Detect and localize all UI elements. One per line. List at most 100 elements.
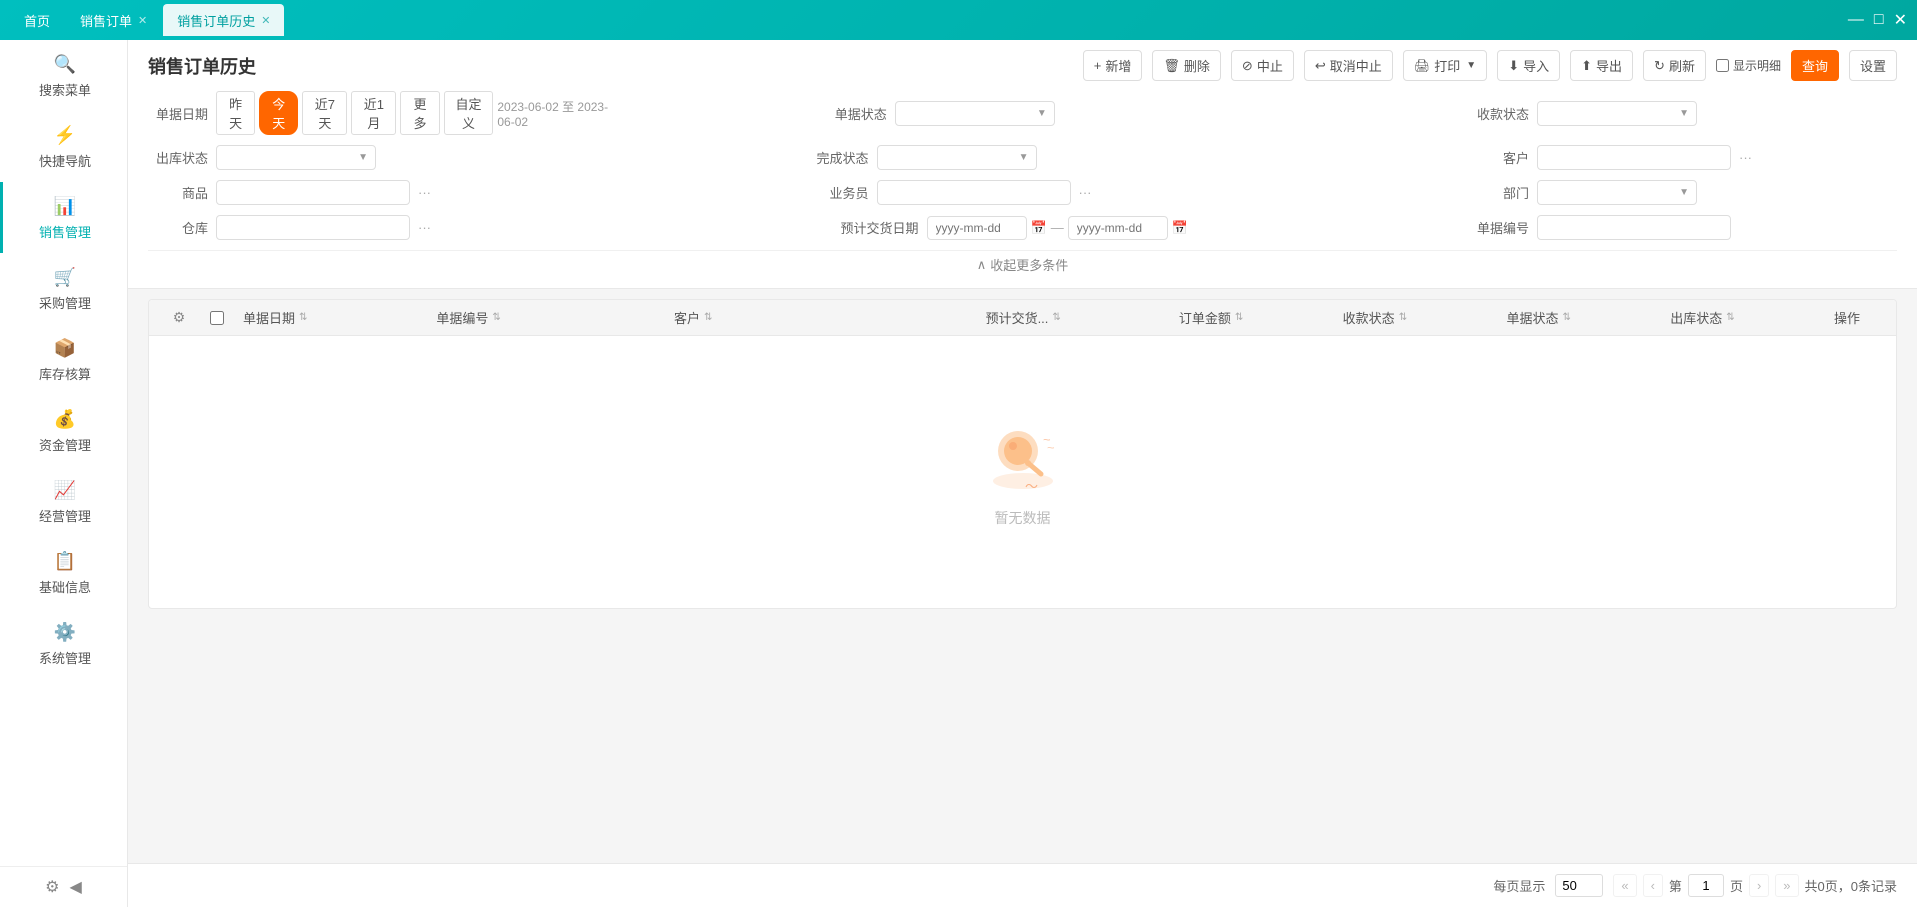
page-size-select[interactable]: 50 10 20 100 (1555, 874, 1603, 897)
salesperson-dots[interactable]: ··· (1075, 183, 1096, 202)
date-btn-today[interactable]: 今天 (259, 91, 298, 135)
th-out-status-label: 出库状态 (1670, 308, 1722, 327)
tab-sales-order-history-label: 销售订单历史 (177, 11, 255, 30)
new-button[interactable]: + 新增 (1083, 50, 1143, 81)
out-status-select[interactable] (216, 145, 376, 170)
base-info-icon: 📋 (53, 549, 77, 573)
order-status-select[interactable] (895, 101, 1055, 126)
table-settings-icon[interactable]: ⚙ (173, 309, 186, 326)
warehouse-dots[interactable]: ··· (414, 218, 435, 237)
receipt-status-select[interactable] (1537, 101, 1697, 126)
empty-state: ～ ~ ~ 暂无数据 (149, 336, 1896, 608)
show-detail-checkbox-wrapper[interactable]: 显示明细 (1716, 57, 1781, 74)
settings-button[interactable]: 设置 (1849, 50, 1897, 81)
next-page-button[interactable]: › (1749, 874, 1769, 897)
goods-dots[interactable]: ··· (414, 183, 435, 202)
sidebar-item-purchase-mgmt[interactable]: 🛒 采购管理 (0, 253, 127, 324)
th-date-sort: ⇅ (299, 312, 307, 323)
th-receipt-status[interactable]: 收款状态 ⇅ (1335, 308, 1499, 327)
customer-input[interactable] (1537, 145, 1731, 170)
customer-dots[interactable]: ··· (1735, 148, 1756, 167)
sidebar-item-ops-mgmt-label: 经营管理 (39, 506, 91, 525)
close-window-icon[interactable]: ✕ (1894, 10, 1907, 30)
goods-label: 商品 (148, 183, 208, 202)
dept-select[interactable] (1537, 180, 1697, 205)
export-button[interactable]: ⬆ 导出 (1570, 50, 1633, 81)
show-detail-checkbox[interactable] (1716, 59, 1729, 72)
th-settings[interactable]: ⚙ (159, 309, 199, 326)
warehouse-control: ··· (216, 215, 576, 240)
sidebar-item-base-info[interactable]: 📋 基础信息 (0, 537, 127, 608)
sidebar-item-ops-mgmt[interactable]: 📈 经营管理 (0, 466, 127, 537)
prev-page-button[interactable]: ‹ (1643, 874, 1663, 897)
date-btn-yesterday[interactable]: 昨天 (216, 91, 255, 135)
last-page-button[interactable]: » (1775, 874, 1798, 897)
print-label: 打印 (1434, 56, 1460, 75)
tab-sales-order-close[interactable]: ✕ (138, 14, 147, 27)
sidebar-item-search-menu[interactable]: 🔍 搜索菜单 (0, 40, 127, 111)
calendar-from-icon[interactable]: 📅 (1031, 220, 1047, 236)
import-button[interactable]: ⬇ 导入 (1497, 50, 1560, 81)
tab-sales-order-history-close[interactable]: ✕ (261, 14, 270, 27)
salesperson-input[interactable] (877, 180, 1071, 205)
th-delivery-label: 预计交货... (986, 308, 1049, 327)
first-page-button[interactable]: « (1613, 874, 1636, 897)
th-delivery[interactable]: 预计交货... ⇅ (978, 308, 1171, 327)
date-btn-more[interactable]: 更多 (400, 91, 439, 135)
collapse-label: 收起更多条件 (990, 255, 1068, 274)
page-number-input[interactable] (1688, 874, 1724, 897)
sidebar-item-inventory[interactable]: 📦 库存核算 (0, 324, 127, 395)
page-size-label: 每页显示 (1493, 876, 1545, 895)
sidebar-item-quick-nav[interactable]: ⚡ 快捷导航 (0, 111, 127, 182)
warehouse-input[interactable] (216, 215, 410, 240)
query-button[interactable]: 查询 (1791, 50, 1839, 81)
sidebar-item-finance[interactable]: 💰 资金管理 (0, 395, 127, 466)
refresh-button[interactable]: ↻ 刷新 (1643, 50, 1706, 81)
complete-status-select[interactable] (877, 145, 1037, 170)
th-receipt-status-label: 收款状态 (1343, 308, 1395, 327)
th-order-status[interactable]: 单据状态 ⇅ (1498, 308, 1662, 327)
delivery-date-from[interactable] (927, 216, 1027, 240)
collapse-button[interactable]: ∧ 收起更多条件 (977, 255, 1069, 274)
delivery-date-label: 预计交货日期 (839, 218, 919, 237)
new-label: 新增 (1105, 56, 1131, 75)
delete-button[interactable]: 🗑 删除 (1152, 50, 1221, 81)
cancel-stop-button[interactable]: ↩ 取消中止 (1304, 50, 1393, 81)
order-status-label: 单据状态 (827, 104, 887, 123)
tab-sales-order-history[interactable]: 销售订单历史 ✕ (163, 4, 284, 36)
expand-icon[interactable]: □ (1874, 11, 1884, 29)
filter-row-3: 商品 ··· 业务员 ··· 部门 (148, 180, 1897, 205)
delivery-date-to[interactable] (1068, 216, 1168, 240)
date-btn-custom[interactable]: 自定义 (444, 91, 494, 135)
date-btn-last1m[interactable]: 近1月 (351, 91, 396, 135)
stop-button[interactable]: ⊘ 中止 (1231, 50, 1294, 81)
goods-input[interactable] (216, 180, 410, 205)
sidebar-item-sales-mgmt[interactable]: 📊 销售管理 (0, 182, 127, 253)
sidebar-collapse-icon[interactable]: ◀ (70, 877, 82, 897)
sidebar-bottom: ⚙ ◀ (0, 866, 127, 907)
th-order-no[interactable]: 单据编号 ⇅ (428, 308, 666, 327)
th-date[interactable]: 单据日期 ⇅ (235, 308, 428, 327)
th-amount[interactable]: 订单金额 ⇅ (1171, 308, 1335, 327)
date-btn-last7[interactable]: 近7天 (302, 91, 347, 135)
sidebar-item-search-menu-label: 搜索菜单 (39, 80, 91, 99)
sidebar-item-sys-mgmt[interactable]: ⚙️ 系统管理 (0, 608, 127, 679)
content-area: 销售订单历史 + 新增 🗑 删除 ⊘ 中止 (128, 40, 1917, 907)
sidebar-settings-icon[interactable]: ⚙ (45, 877, 59, 897)
ops-mgmt-icon: 📈 (53, 478, 77, 502)
filter-row-4: 仓库 ··· 预计交货日期 📅 — 📅 单 (148, 215, 1897, 240)
sidebar-item-sys-mgmt-label: 系统管理 (39, 648, 91, 667)
order-no-input[interactable] (1537, 215, 1731, 240)
th-order-status-label: 单据状态 (1506, 308, 1558, 327)
print-button[interactable]: 🖨 打印 ▼ (1403, 50, 1487, 81)
select-all-checkbox[interactable] (210, 311, 224, 325)
calendar-to-icon[interactable]: 📅 (1172, 220, 1188, 236)
table-header-row: ⚙ 单据日期 ⇅ 单据编号 ⇅ 客户 ⇅ (149, 300, 1896, 336)
minimize-icon[interactable]: — (1848, 11, 1864, 29)
th-checkbox[interactable] (199, 311, 235, 325)
th-customer[interactable]: 客户 ⇅ (666, 308, 978, 327)
tab-sales-order[interactable]: 销售订单 ✕ (66, 4, 161, 36)
tab-home[interactable]: 首页 (10, 4, 64, 36)
th-out-status[interactable]: 出库状态 ⇅ (1662, 308, 1826, 327)
first-page-icon: « (1621, 878, 1628, 893)
